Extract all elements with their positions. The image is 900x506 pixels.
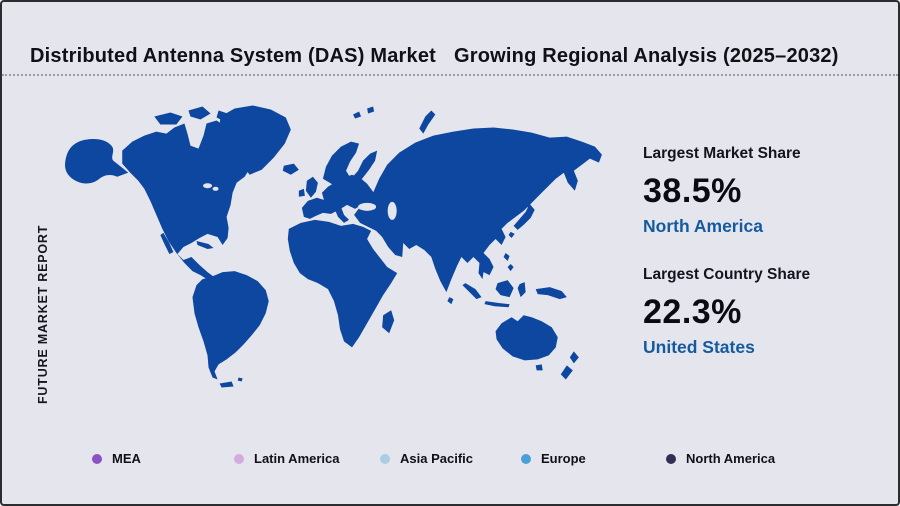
landmass-svalbard	[353, 106, 375, 119]
landmass-sri-lanka	[447, 297, 454, 305]
landmass-south-america	[192, 271, 269, 380]
legend-label: MEA	[112, 451, 141, 466]
legend-item-asia-pacific: Asia Pacific	[380, 451, 473, 466]
caspian-sea	[387, 201, 397, 220]
stat-label: Largest Market Share	[643, 145, 801, 162]
legend-label: North America	[686, 451, 776, 466]
landmass-philippines	[503, 253, 514, 272]
dotted-divider	[2, 74, 898, 76]
legend-item-latin-america: Latin America	[234, 451, 340, 466]
legend-dot-north-america	[666, 453, 676, 464]
legend-dot-asia-pacific	[380, 453, 390, 464]
landmass-alaska	[65, 138, 129, 184]
legend-dot-europe	[521, 453, 531, 464]
landmass-tasmania	[535, 364, 543, 371]
landmass-indonesia	[462, 280, 526, 308]
page-title: Distributed Antenna System (DAS) Market G…	[30, 45, 839, 68]
stat-largest-country-share: Largest Country Share 22.3% United State…	[643, 266, 893, 358]
legend-item-europe: Europe	[521, 451, 586, 466]
stat-region: North America	[643, 216, 763, 236]
landmass-arctic-islands	[154, 106, 231, 125]
stat-largest-market-share: Largest Market Share 38.5% North America	[643, 145, 893, 237]
great-lake-east	[212, 186, 219, 191]
stat-label: Largest Country Share	[643, 266, 811, 283]
landmass-iceland	[282, 163, 299, 175]
infographic-frame: Distributed Antenna System (DAS) Market G…	[0, 0, 900, 506]
stat-region: United States	[643, 337, 755, 357]
landmass-new-guinea	[535, 287, 567, 300]
legend-item-mea: MEA	[92, 451, 141, 466]
great-lake-west	[203, 183, 213, 189]
landmass-caribbean	[196, 240, 214, 249]
landmass-uk-ireland	[298, 176, 318, 198]
landmass-new-zealand	[560, 351, 579, 380]
landmass-africa	[287, 219, 398, 348]
page-title-market: Distributed Antenna System (DAS) Market	[30, 45, 437, 67]
legend-dot-mea	[92, 453, 102, 464]
world-map	[65, 105, 602, 388]
landmass-australia	[495, 315, 558, 361]
legend-label: Asia Pacific	[400, 451, 473, 466]
stat-value: 38.5%	[643, 172, 742, 210]
legend-label: Latin America	[254, 451, 340, 466]
legend-item-north-america: North America	[666, 451, 775, 466]
landmass-italy	[334, 206, 350, 223]
landmass-north-america	[122, 120, 250, 287]
landmass-madagascar	[382, 310, 395, 334]
black-sea	[358, 202, 377, 211]
legend-dot-latin-america	[234, 453, 244, 464]
landmass-novaya-zemlya	[419, 110, 436, 134]
brand-watermark: FUTURE MARKET REPORT	[36, 224, 50, 404]
landmass-tierra-del-fuego	[219, 377, 243, 388]
page-title-analysis: Growing Regional Analysis (2025–2032)	[454, 45, 839, 67]
legend-label: Europe	[541, 451, 586, 466]
landmasses	[65, 105, 602, 388]
stat-value: 22.3%	[643, 293, 742, 331]
